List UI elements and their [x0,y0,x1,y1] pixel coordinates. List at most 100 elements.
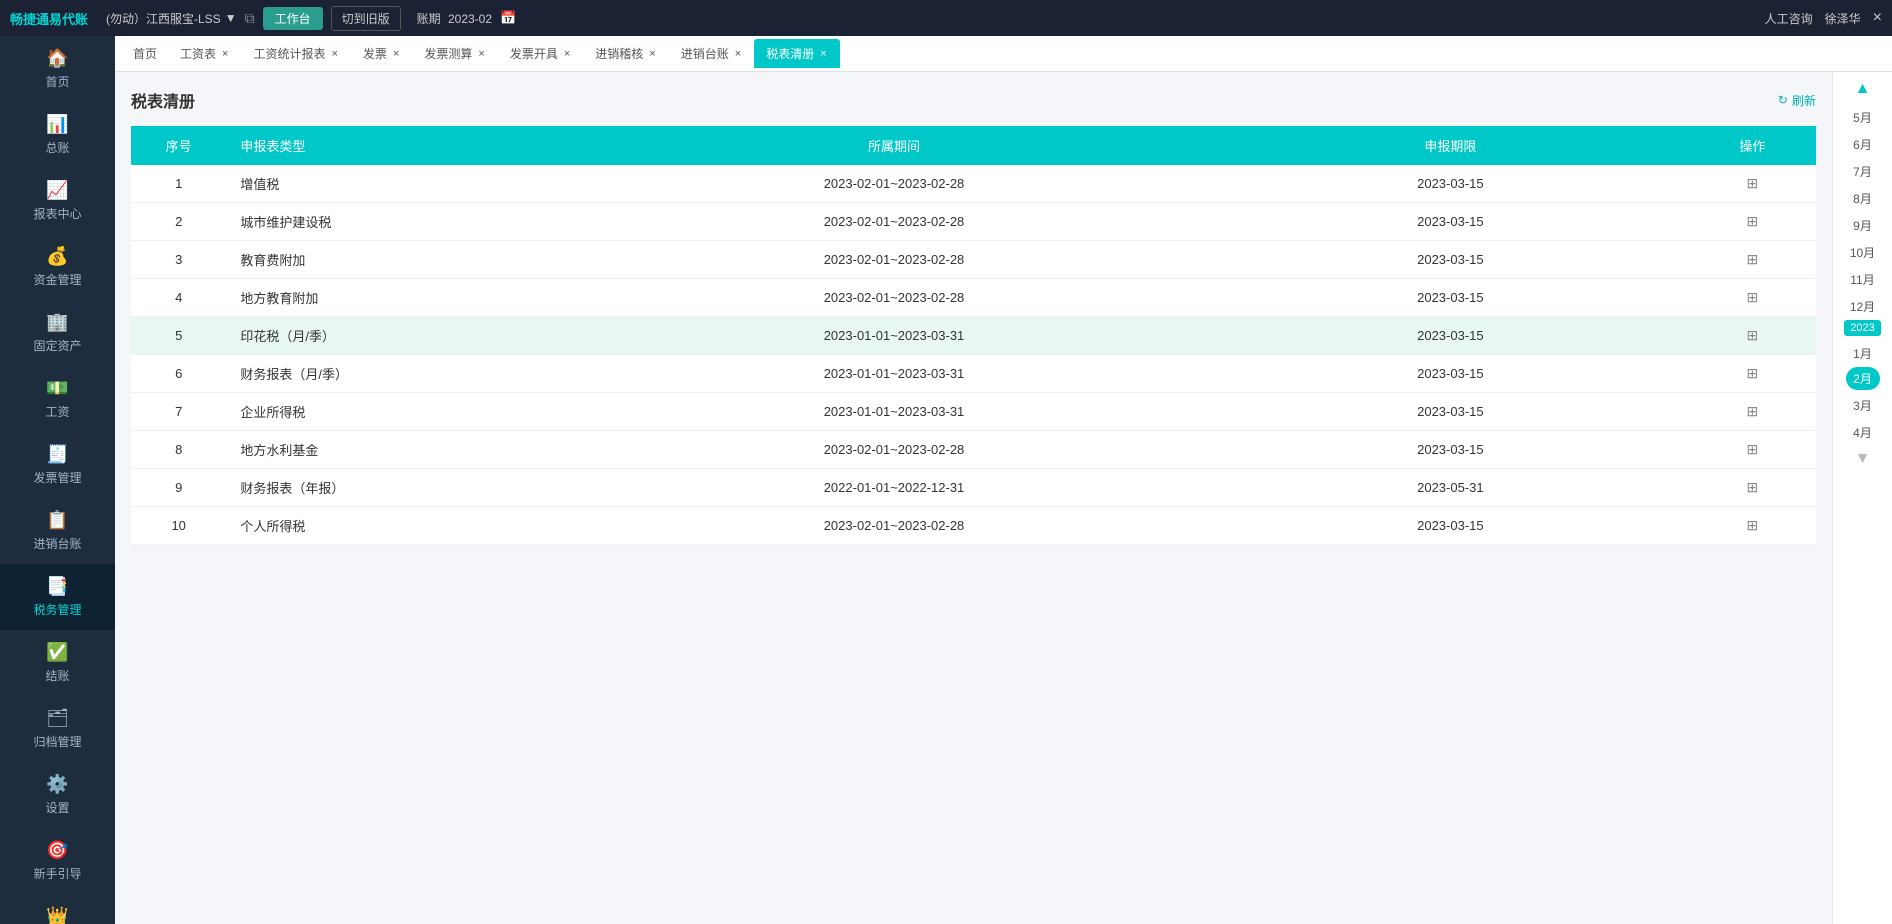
timeline-month-6[interactable]: 6月 [1833,131,1892,158]
timeline-arrow-up[interactable]: ▲ [1855,80,1871,98]
tab-close-payroll-stats[interactable]: × [331,48,337,60]
switch-old-button[interactable]: 切到旧版 [331,6,401,31]
tab-payroll-stats[interactable]: 工资统计报表 × [241,39,350,68]
timeline-panel: ▲ 5月 6月 7月 8月 9月 10月 11月 12月 2023 1月 2月 … [1832,72,1892,924]
action-icon[interactable]: ⊞ [1747,403,1759,419]
sidebar-item-payroll[interactable]: 💵 工资 [0,366,115,432]
payroll-icon: 💵 [46,378,68,399]
cell-period: 2023-01-01~2023-03-31 [576,393,1212,431]
action-icon[interactable]: ⊞ [1747,327,1759,343]
timeline-month-10[interactable]: 10月 [1833,239,1892,266]
refresh-button[interactable]: ↻ 刷新 [1778,92,1816,109]
sidebar-item-invoice-mgmt[interactable]: 🧾 发票管理 [0,432,115,498]
assets-icon: 🏢 [46,312,68,333]
cell-seq: 7 [131,393,226,431]
timeline-month-2-active[interactable]: 2月 [1846,367,1880,390]
timeline-month-4[interactable]: 4月 [1833,419,1892,446]
timeline-arrow-down[interactable]: ▼ [1855,450,1871,468]
tab-tax-register[interactable]: 税表清册 × [754,39,839,68]
vip-icon: 👑 [46,906,68,924]
action-icon[interactable]: ⊞ [1747,175,1759,191]
sidebar-item-ledger[interactable]: 📊 总账 [0,102,115,168]
timeline-month-3[interactable]: 3月 [1833,392,1892,419]
sidebar-item-label: 结账 [45,667,69,684]
timeline-month-9[interactable]: 9月 [1833,212,1892,239]
company-selector[interactable]: (勿动）江西服宝-LSS ▼ [106,10,237,27]
tab-sales-audit[interactable]: 进销稽核 × [583,39,668,68]
cell-period: 2023-02-01~2023-02-28 [576,507,1212,545]
col-action: 操作 [1689,126,1816,165]
action-icon[interactable]: ⊞ [1747,441,1759,457]
tab-invoice[interactable]: 发票 × [351,39,412,68]
timeline-month-7[interactable]: 7月 [1833,158,1892,185]
action-icon[interactable]: ⊞ [1747,365,1759,381]
tab-payroll[interactable]: 工资表 × [168,39,241,68]
cell-period: 2023-01-01~2023-03-31 [576,355,1212,393]
cell-action: ⊞ [1689,469,1816,507]
close-button[interactable]: × [1873,9,1882,27]
sidebar-item-tax-mgmt[interactable]: 📑 税务管理 [0,564,115,630]
timeline-month-11[interactable]: 11月 [1833,266,1892,293]
page-title: 税表清册 [131,88,195,112]
app-logo: 畅捷通易代账 [10,9,88,28]
cell-period: 2023-02-01~2023-02-28 [576,203,1212,241]
copy-icon[interactable]: ⧉ [245,10,255,27]
tab-close-invoice-calc[interactable]: × [478,48,484,60]
sidebar-item-funds[interactable]: 💰 资金管理 [0,234,115,300]
sidebar-item-assets[interactable]: 🏢 固定资产 [0,300,115,366]
sidebar-item-sales-ledger[interactable]: 📋 进销台账 [0,498,115,564]
cell-type: 财务报表（年报） [226,469,576,507]
action-icon[interactable]: ⊞ [1747,479,1759,495]
sidebar-item-label: 进销台账 [33,535,81,552]
tab-close-payroll[interactable]: × [222,48,228,60]
support-label[interactable]: 人工咨询 [1765,10,1813,27]
cell-deadline: 2023-03-15 [1212,507,1689,545]
cell-action: ⊞ [1689,393,1816,431]
action-icon[interactable]: ⊞ [1747,213,1759,229]
tab-sales-ledger[interactable]: 进销台账 × [669,39,754,68]
sidebar-item-settings[interactable]: ⚙️ 设置 [0,762,115,828]
cell-deadline: 2023-03-15 [1212,165,1689,203]
sidebar-item-archive[interactable]: 🗂 归档管理 [0,696,115,762]
table-row: 4地方教育附加2023-02-01~2023-02-282023-03-15⊞ [131,279,1816,317]
timeline-month-5[interactable]: 5月 [1833,104,1892,131]
ledger-icon: 📊 [46,114,68,135]
tab-invoice-issue[interactable]: 发票开具 × [498,39,583,68]
sidebar-item-closing[interactable]: ✅ 结账 [0,630,115,696]
tab-close-tax-register[interactable]: × [820,48,826,60]
page-content: 税表清册 ↻ 刷新 序号 申报表类型 所属期间 申报期限 操作 [115,72,1892,924]
action-icon[interactable]: ⊞ [1747,251,1759,267]
tab-close-invoice[interactable]: × [393,48,399,60]
cell-type: 财务报表（月/季） [226,355,576,393]
sidebar-item-guide[interactable]: 🎯 新手引导 [0,828,115,894]
timeline-month-1[interactable]: 1月 [1833,340,1892,367]
tab-home[interactable]: 首页 [123,39,168,68]
tab-close-invoice-issue[interactable]: × [564,48,570,60]
action-icon[interactable]: ⊞ [1747,517,1759,533]
table-row: 1增值税2023-02-01~2023-02-282023-03-15⊞ [131,165,1816,203]
tab-invoice-calc[interactable]: 发票测算 × [412,39,497,68]
user-label[interactable]: 徐泽华 [1825,10,1861,27]
cell-period: 2022-01-01~2022-12-31 [576,469,1212,507]
cell-type: 增值税 [226,165,576,203]
tab-close-sales-audit[interactable]: × [649,48,655,60]
table-row: 2城市维护建设税2023-02-01~2023-02-282023-03-15⊞ [131,203,1816,241]
cell-seq: 5 [131,317,226,355]
action-icon[interactable]: ⊞ [1747,289,1759,305]
tab-close-sales-ledger[interactable]: × [735,48,741,60]
closing-icon: ✅ [46,642,68,663]
sidebar-item-home[interactable]: 🏠 首页 [0,36,115,102]
timeline-month-8[interactable]: 8月 [1833,185,1892,212]
col-seq: 序号 [131,126,226,165]
sidebar-item-reports[interactable]: 📈 报表中心 [0,168,115,234]
sidebar-item-vip[interactable]: 👑 畅会员 [0,894,115,924]
timeline-month-12[interactable]: 12月 [1833,293,1892,320]
cell-deadline: 2023-03-15 [1212,279,1689,317]
table-row: 10个人所得税2023-02-01~2023-02-282023-03-15⊞ [131,507,1816,545]
refresh-icon: ↻ [1778,93,1788,107]
settings-icon: ⚙️ [46,774,68,795]
workbench-button[interactable]: 工作台 [263,7,323,30]
invoice-mgmt-icon: 🧾 [46,444,68,465]
calendar-icon[interactable]: 📅 [500,10,516,26]
cell-type: 城市维护建设税 [226,203,576,241]
